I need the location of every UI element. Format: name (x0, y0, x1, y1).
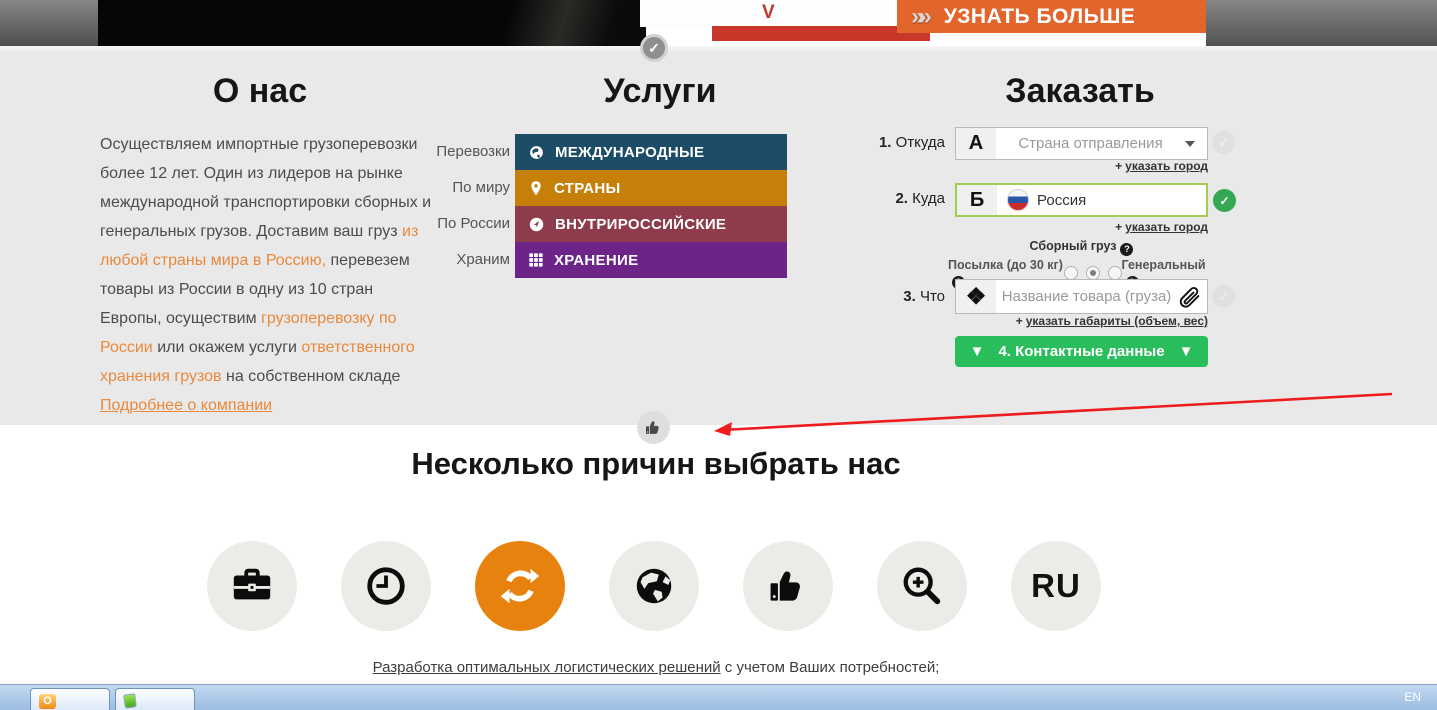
help-icon[interactable]: ? (1120, 242, 1134, 256)
globe-icon (530, 145, 543, 159)
reason-worldwide (609, 541, 699, 631)
services-side-label-4: Храним (456, 251, 510, 268)
about-p3: или окажем услуги (152, 339, 302, 356)
menu-item-countries[interactable]: СТРАНЫ (515, 170, 787, 206)
order-title: Заказать (1005, 72, 1155, 110)
from-check-icon: ✓ (1212, 131, 1235, 154)
menu-item-domestic[interactable]: ВНУТРИРОССИЙСКИЕ (515, 206, 787, 242)
reason-experience (207, 541, 297, 631)
contacts-button[interactable]: ▼ 4. Контактные данные ▼ (955, 336, 1208, 367)
about-p1: Осуществляем импортные грузоперевозки бо… (100, 136, 432, 240)
triangle-down-icon: ▼ (969, 343, 985, 360)
ru-badge: RU (1031, 567, 1081, 604)
chevron-down-icon[interactable] (1185, 140, 1195, 147)
outlook-icon: O (39, 693, 56, 709)
taskbar-button-outlook[interactable]: O (30, 688, 110, 710)
globe-icon (636, 568, 672, 604)
taskbar-button-app[interactable] (115, 688, 195, 710)
triangle-down-icon: ▼ (1178, 343, 1194, 360)
reason-transparency (877, 541, 967, 631)
learn-more-button[interactable]: »» УЗНАТЬ БОЛЬШЕ (897, 0, 1206, 33)
page: V »» УЗНАТЬ БОЛЬШЕ ✓ О нас Осуществляем … (0, 0, 1437, 710)
sync-icon (500, 568, 540, 604)
reason-russia: RU (1011, 541, 1101, 631)
what-placeholder: Название товара (груза) (1001, 288, 1172, 305)
menu-label: СТРАНЫ (554, 179, 621, 197)
clock-icon (367, 567, 405, 605)
thumbs-up-icon (770, 571, 800, 601)
double-chevron-icon: »» (911, 2, 932, 30)
to-value: Россия (1037, 191, 1087, 209)
menu-item-storage[interactable]: ХРАНЕНИЕ (515, 242, 787, 278)
menu-label: МЕЖДУНАРОДНЫЕ (555, 143, 705, 161)
prefix-b: Б (957, 185, 997, 215)
grid-icon (529, 253, 543, 267)
banner-right-gradient (1206, 0, 1437, 46)
reason-quality (743, 541, 833, 631)
banner-left-gradient (0, 0, 98, 46)
services-side-label-3: По России (437, 215, 510, 232)
cargo-group-label: Сборный груз? (955, 239, 1208, 256)
label-from: 1. Откуда (878, 134, 945, 151)
from-placeholder: Страна отправления (1018, 135, 1163, 152)
to-city-link[interactable]: + указать город (1000, 220, 1208, 234)
cargo-name-input[interactable]: ❖ Название товара (груза) (955, 279, 1208, 314)
learn-more-label: УЗНАТЬ БОЛЬШЕ (943, 4, 1136, 28)
about-title: О нас (212, 72, 308, 110)
thumbs-up-icon (645, 421, 659, 434)
zoom-in-icon (903, 567, 941, 605)
country-to-select[interactable]: Б Россия (955, 183, 1208, 217)
services-title: Услуги (603, 72, 717, 110)
country-from-select[interactable]: А Страна отправления (955, 127, 1208, 160)
about-more-link[interactable]: Подробнее о компании (100, 397, 272, 414)
reason-flexibility (475, 541, 565, 631)
app-icon (123, 693, 137, 709)
map-pin-icon (531, 180, 541, 195)
banner-white-card (640, 0, 932, 27)
menu-item-international[interactable]: МЕЖДУНАРОДНЫЕ (515, 134, 787, 170)
banner-card-letter: V (762, 2, 775, 23)
menu-label: ВНУТРИРОССИЙСКИЕ (555, 215, 727, 233)
reasons-title: Несколько причин выбрать нас (411, 446, 901, 481)
banner-white-strip (930, 33, 1206, 46)
paperclip-icon[interactable] (1177, 285, 1201, 309)
briefcase-icon (233, 568, 271, 600)
banner-photo (98, 0, 646, 46)
reason-text: Разработка оптимальных логистических реш… (372, 659, 940, 676)
russia-flag-icon (1007, 189, 1029, 211)
menu-label: ХРАНЕНИЕ (554, 251, 639, 269)
what-check-icon: ✓ (1212, 285, 1235, 308)
from-city-link[interactable]: + указать город (1000, 159, 1208, 173)
thumbs-divider (637, 411, 670, 444)
dimensions-link[interactable]: + указать габариты (объем, вес) (1000, 314, 1208, 328)
about-text: Осуществляем импортные грузоперевозки бо… (100, 130, 438, 420)
label-to: 2. Куда (895, 190, 945, 207)
services-side-label-2: По миру (452, 179, 510, 196)
language-indicator[interactable]: EN (1404, 690, 1421, 704)
reason-time (341, 541, 431, 631)
about-p4: на собственном складе (221, 368, 401, 385)
contacts-button-label: 4. Контактные данные (998, 343, 1165, 360)
compass-icon (529, 217, 544, 231)
prefix-a: А (956, 128, 996, 159)
to-check-icon: ✓ (1213, 189, 1236, 212)
check-divider-icon: ✓ (640, 34, 668, 62)
package-icon: ❖ (956, 280, 996, 313)
reason-link[interactable]: Разработка оптимальных логистических реш… (373, 659, 721, 676)
label-what: 3. Что (903, 288, 945, 305)
services-side-label-1: Перевозки (436, 143, 510, 160)
taskbar: O EN (0, 684, 1437, 710)
